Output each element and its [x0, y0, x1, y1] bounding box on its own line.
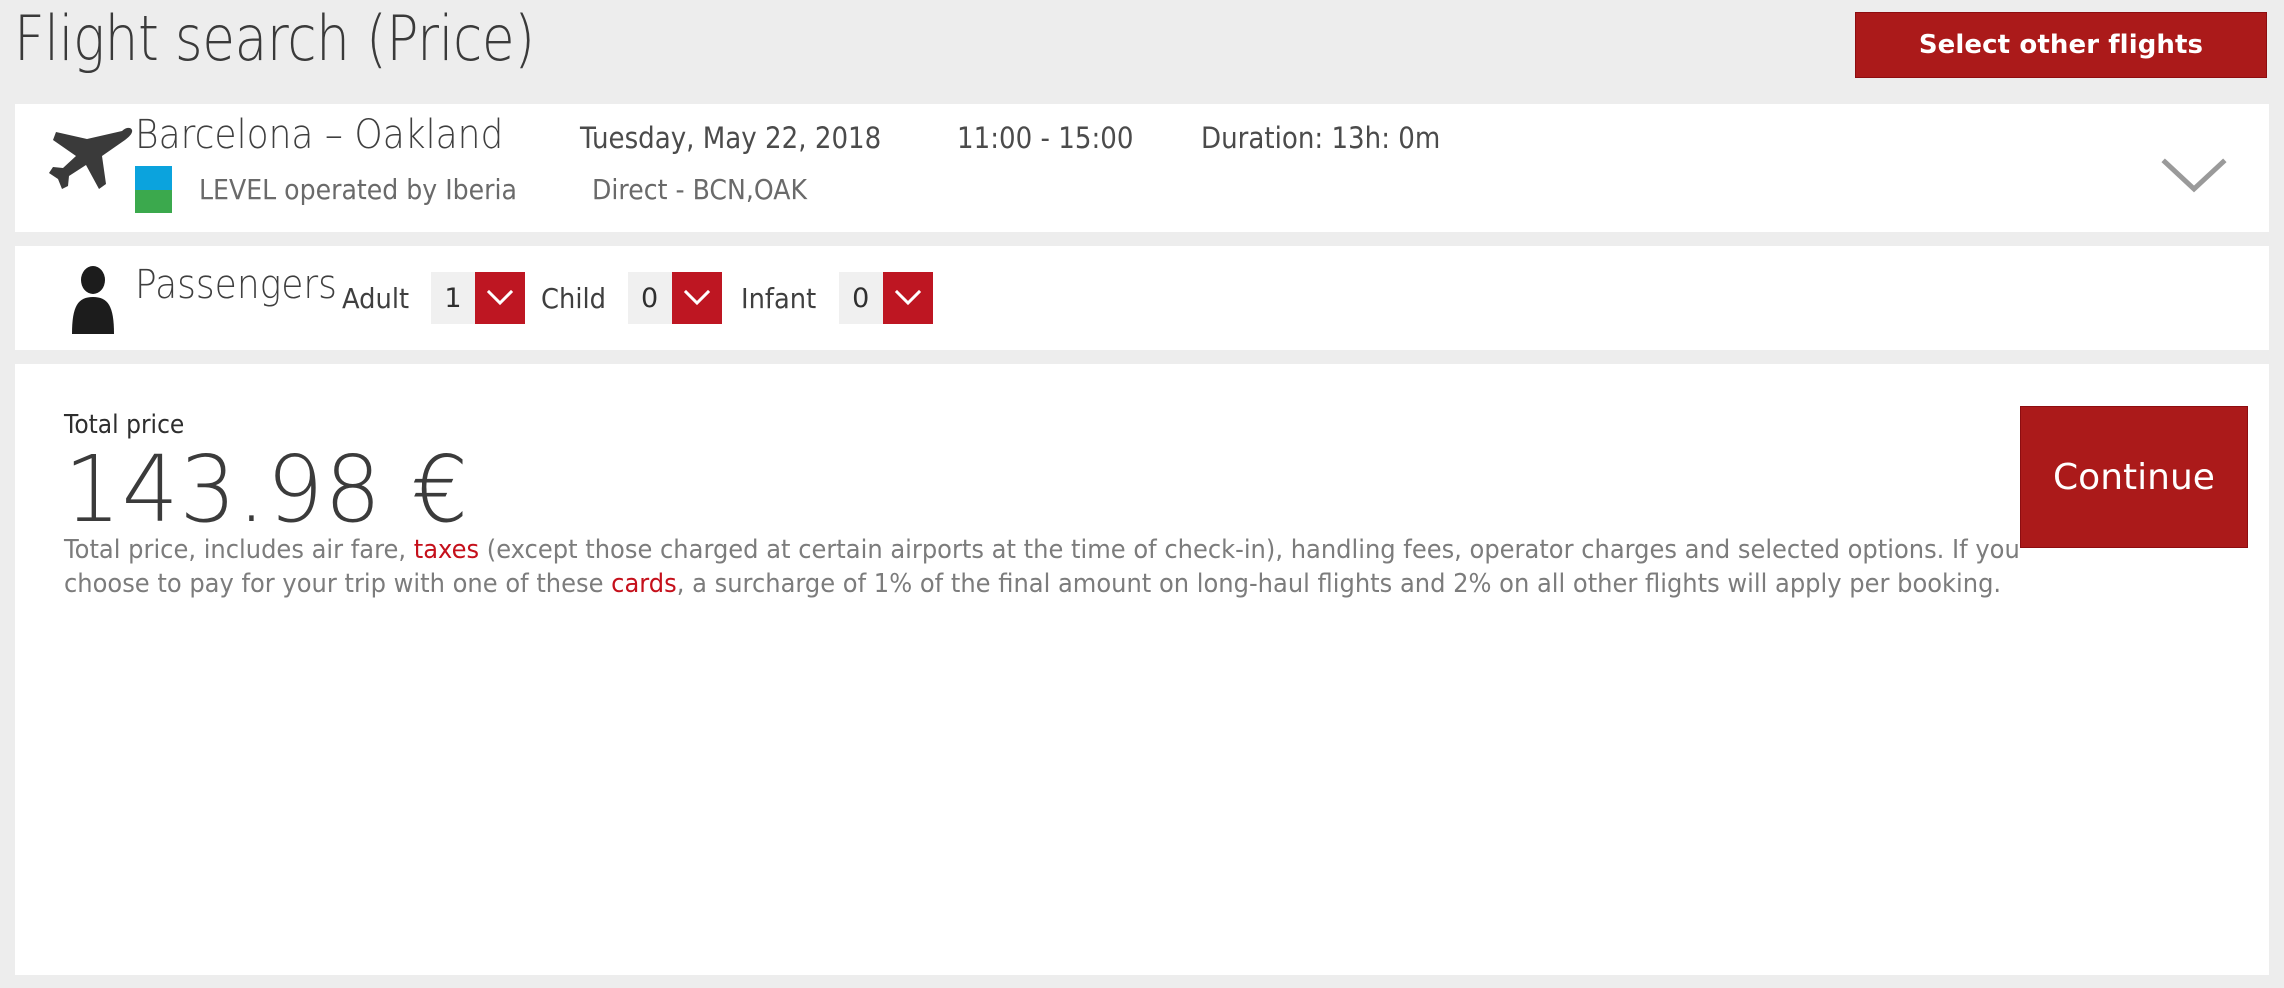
level-airline-logo-icon [135, 166, 172, 213]
chevron-down-icon [486, 289, 514, 306]
adult-value[interactable]: 1 [430, 272, 475, 324]
passenger-child-group: Child 0 [541, 272, 722, 324]
chevron-down-icon [683, 289, 710, 306]
cards-link[interactable]: cards [611, 569, 677, 599]
infant-stepper[interactable]: 0 [838, 272, 933, 324]
passenger-person-icon [72, 266, 114, 334]
select-other-flights-button[interactable]: Select other flights [1855, 12, 2267, 78]
child-dropdown-button[interactable] [671, 272, 722, 324]
infant-value[interactable]: 0 [838, 272, 883, 324]
page-header: Flight search (Price) Select other fligh… [0, 0, 2284, 100]
flight-secondary-info: LEVEL operated by Iberia Direct - BCN,OA… [135, 166, 831, 213]
disclaimer-text-3: , a surcharge of 1% of the final amount … [676, 569, 2002, 599]
flight-date: Tuesday, May 22, 2018 [580, 121, 882, 155]
passengers-label: Passengers [135, 262, 337, 308]
flight-route: Barcelona – Oakland [135, 112, 504, 158]
total-price-value: 143.98 € [64, 436, 470, 543]
disclaimer-text-1: Total price, includes air fare, [64, 535, 414, 565]
adult-label: Adult [342, 281, 410, 315]
airplane-icon [49, 127, 133, 189]
child-stepper[interactable]: 0 [627, 272, 722, 324]
continue-button[interactable]: Continue [2020, 406, 2248, 548]
flight-price-page: Flight search (Price) Select other fligh… [0, 0, 2284, 988]
flight-stops: Direct - BCN,OAK [592, 173, 808, 206]
child-label: Child [541, 281, 606, 315]
flight-airline: LEVEL operated by Iberia [199, 173, 517, 206]
taxes-link[interactable]: taxes [414, 535, 479, 565]
passenger-infant-group: Infant 0 [741, 272, 933, 324]
passenger-adult-group: Adult 1 [342, 272, 525, 324]
price-disclaimer: Total price, includes air fare, taxes (e… [64, 533, 2036, 601]
chevron-down-icon[interactable] [2161, 156, 2227, 196]
chevron-down-icon [894, 289, 921, 306]
flight-summary-card: Barcelona – Oakland Tuesday, May 22, 201… [15, 104, 2269, 232]
passengers-card: Passengers Adult 1 Child 0 Infant 0 [15, 246, 2269, 350]
adult-stepper[interactable]: 1 [430, 272, 525, 324]
infant-dropdown-button[interactable] [882, 272, 933, 324]
adult-dropdown-button[interactable] [474, 272, 525, 324]
total-price-card: Total price 143.98 € Continue Total pric… [15, 364, 2269, 975]
flight-time: 11:00 - 15:00 [957, 121, 1134, 155]
page-title: Flight search (Price) [14, 2, 535, 75]
flight-duration: Duration: 13h: 0m [1201, 121, 1441, 155]
flight-primary-info: Barcelona – Oakland Tuesday, May 22, 201… [135, 112, 1467, 158]
infant-label: Infant [741, 281, 817, 315]
child-value[interactable]: 0 [627, 272, 672, 324]
